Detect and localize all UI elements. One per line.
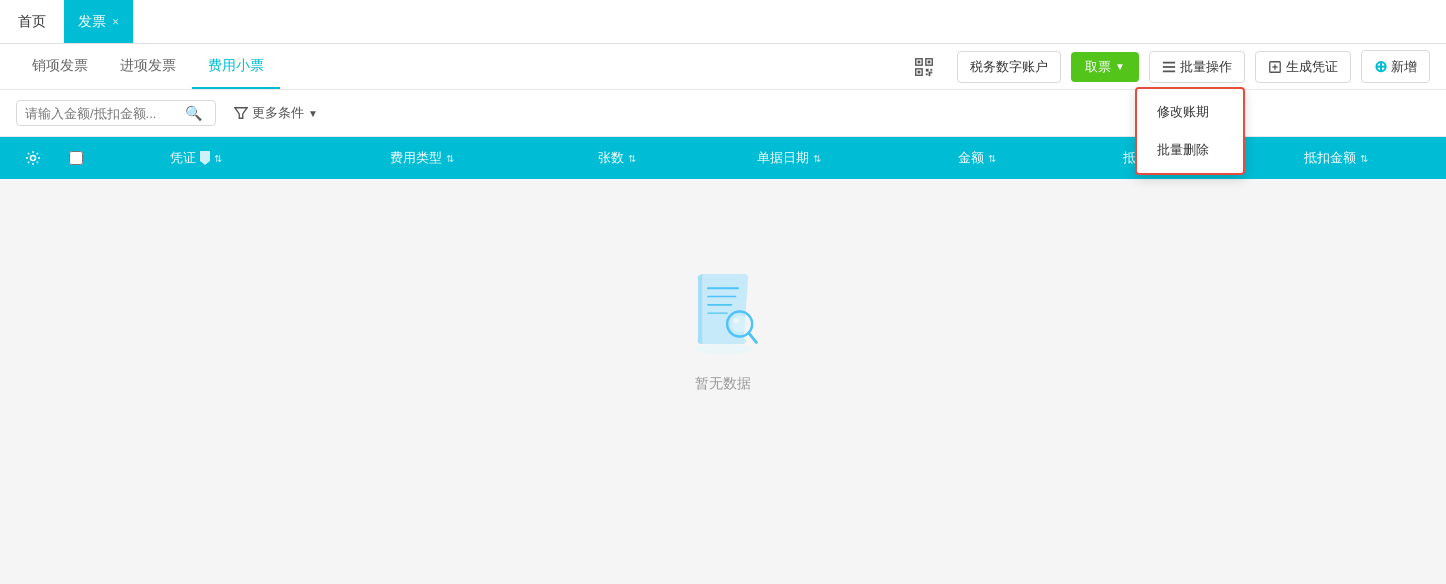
svg-rect-1	[918, 60, 921, 63]
invoice-tab-label: 发票	[78, 13, 106, 31]
svg-rect-10	[931, 71, 933, 73]
settings-icon	[25, 150, 41, 166]
qr-code-button[interactable]	[901, 50, 947, 84]
tax-account-label: 税务数字账户	[970, 58, 1048, 76]
home-tab[interactable]: 首页	[0, 0, 64, 43]
th-amount: 金额 ⇅	[891, 149, 1063, 167]
home-label: 首页	[18, 13, 46, 31]
tax-digital-account-button[interactable]: 税务数字账户	[957, 51, 1061, 83]
qr-icon	[913, 56, 935, 78]
search-box: 🔍	[16, 100, 216, 126]
empty-state: 暂无数据	[0, 179, 1446, 433]
svg-rect-9	[929, 71, 931, 76]
add-icon: ⊕	[1374, 57, 1387, 76]
th-date: 单据日期 ⇅	[688, 149, 891, 167]
th-deduct-amount: 抵扣金额 ⇅	[1235, 149, 1438, 167]
svg-rect-13	[1163, 70, 1175, 72]
filter-arrow-icon: ▼	[308, 108, 318, 119]
th-settings[interactable]	[8, 150, 58, 166]
batch-delete-item[interactable]: 批量删除	[1137, 131, 1243, 169]
svg-rect-12	[1163, 66, 1175, 68]
qupiao-button[interactable]: 取票 ▼	[1071, 52, 1139, 82]
svg-point-26	[731, 316, 748, 333]
empty-text: 暂无数据	[695, 375, 751, 393]
close-icon[interactable]: ×	[112, 15, 119, 29]
svg-rect-11	[1163, 61, 1175, 63]
invoice-tab[interactable]: 发票 ×	[64, 0, 133, 43]
voucher-filter-icon[interactable]	[200, 151, 210, 165]
tab-feiyong[interactable]: 费用小票	[192, 44, 280, 89]
empty-illustration	[673, 259, 773, 359]
svg-point-20	[694, 344, 752, 354]
modify-period-item[interactable]: 修改账期	[1137, 93, 1243, 131]
tab-jinxiang[interactable]: 进项发票	[104, 44, 192, 89]
svg-marker-17	[235, 108, 247, 119]
batch-operations-button[interactable]: 批量操作	[1149, 51, 1245, 83]
th-voucher: 凭证 ⇅	[94, 149, 297, 167]
more-filter-button[interactable]: 更多条件 ▼	[226, 100, 326, 126]
filter-icon	[234, 106, 248, 120]
svg-marker-19	[200, 151, 210, 165]
th-count: 张数 ⇅	[547, 149, 688, 167]
expense-sort-icon[interactable]: ⇅	[446, 153, 454, 164]
svg-rect-3	[928, 60, 931, 63]
svg-rect-8	[926, 73, 928, 75]
generate-label: 生成凭证	[1286, 58, 1338, 76]
count-sort-icon[interactable]: ⇅	[628, 153, 636, 164]
batch-label: 批量操作	[1180, 58, 1232, 76]
svg-line-27	[749, 333, 757, 342]
add-label: 新增	[1391, 58, 1417, 76]
generate-icon	[1268, 60, 1282, 74]
th-checkbox[interactable]	[58, 151, 94, 165]
svg-rect-6	[926, 68, 929, 71]
deduct-sort-icon[interactable]: ⇅	[1360, 153, 1368, 164]
voucher-sort-icon[interactable]: ⇅	[214, 153, 222, 164]
svg-rect-5	[918, 70, 921, 73]
filter-label: 更多条件	[252, 104, 304, 122]
qupiao-label: 取票	[1085, 58, 1111, 76]
search-icon[interactable]: 🔍	[185, 105, 202, 121]
svg-point-18	[31, 156, 36, 161]
sub-tabs: 销项发票 进项发票 费用小票	[0, 44, 1446, 90]
date-sort-icon[interactable]: ⇅	[813, 153, 821, 164]
qupiao-arrow-icon: ▼	[1115, 61, 1125, 72]
th-expense-type: 费用类型 ⇅	[297, 149, 547, 167]
select-all-checkbox[interactable]	[69, 151, 83, 165]
generate-voucher-button[interactable]: 生成凭证	[1255, 51, 1351, 83]
search-input[interactable]	[25, 106, 185, 121]
batch-operations-wrapper: 批量操作 修改账期 批量删除	[1149, 51, 1245, 83]
batch-dropdown-menu: 修改账期 批量删除	[1135, 87, 1245, 175]
svg-rect-7	[931, 68, 933, 70]
svg-point-28	[734, 318, 739, 323]
add-button[interactable]: ⊕ 新增	[1361, 50, 1430, 83]
batch-icon	[1162, 60, 1176, 74]
amount-sort-icon[interactable]: ⇅	[988, 153, 996, 164]
top-nav: 首页 发票 ×	[0, 0, 1446, 44]
tab-xiaoxiang[interactable]: 销项发票	[16, 44, 104, 89]
